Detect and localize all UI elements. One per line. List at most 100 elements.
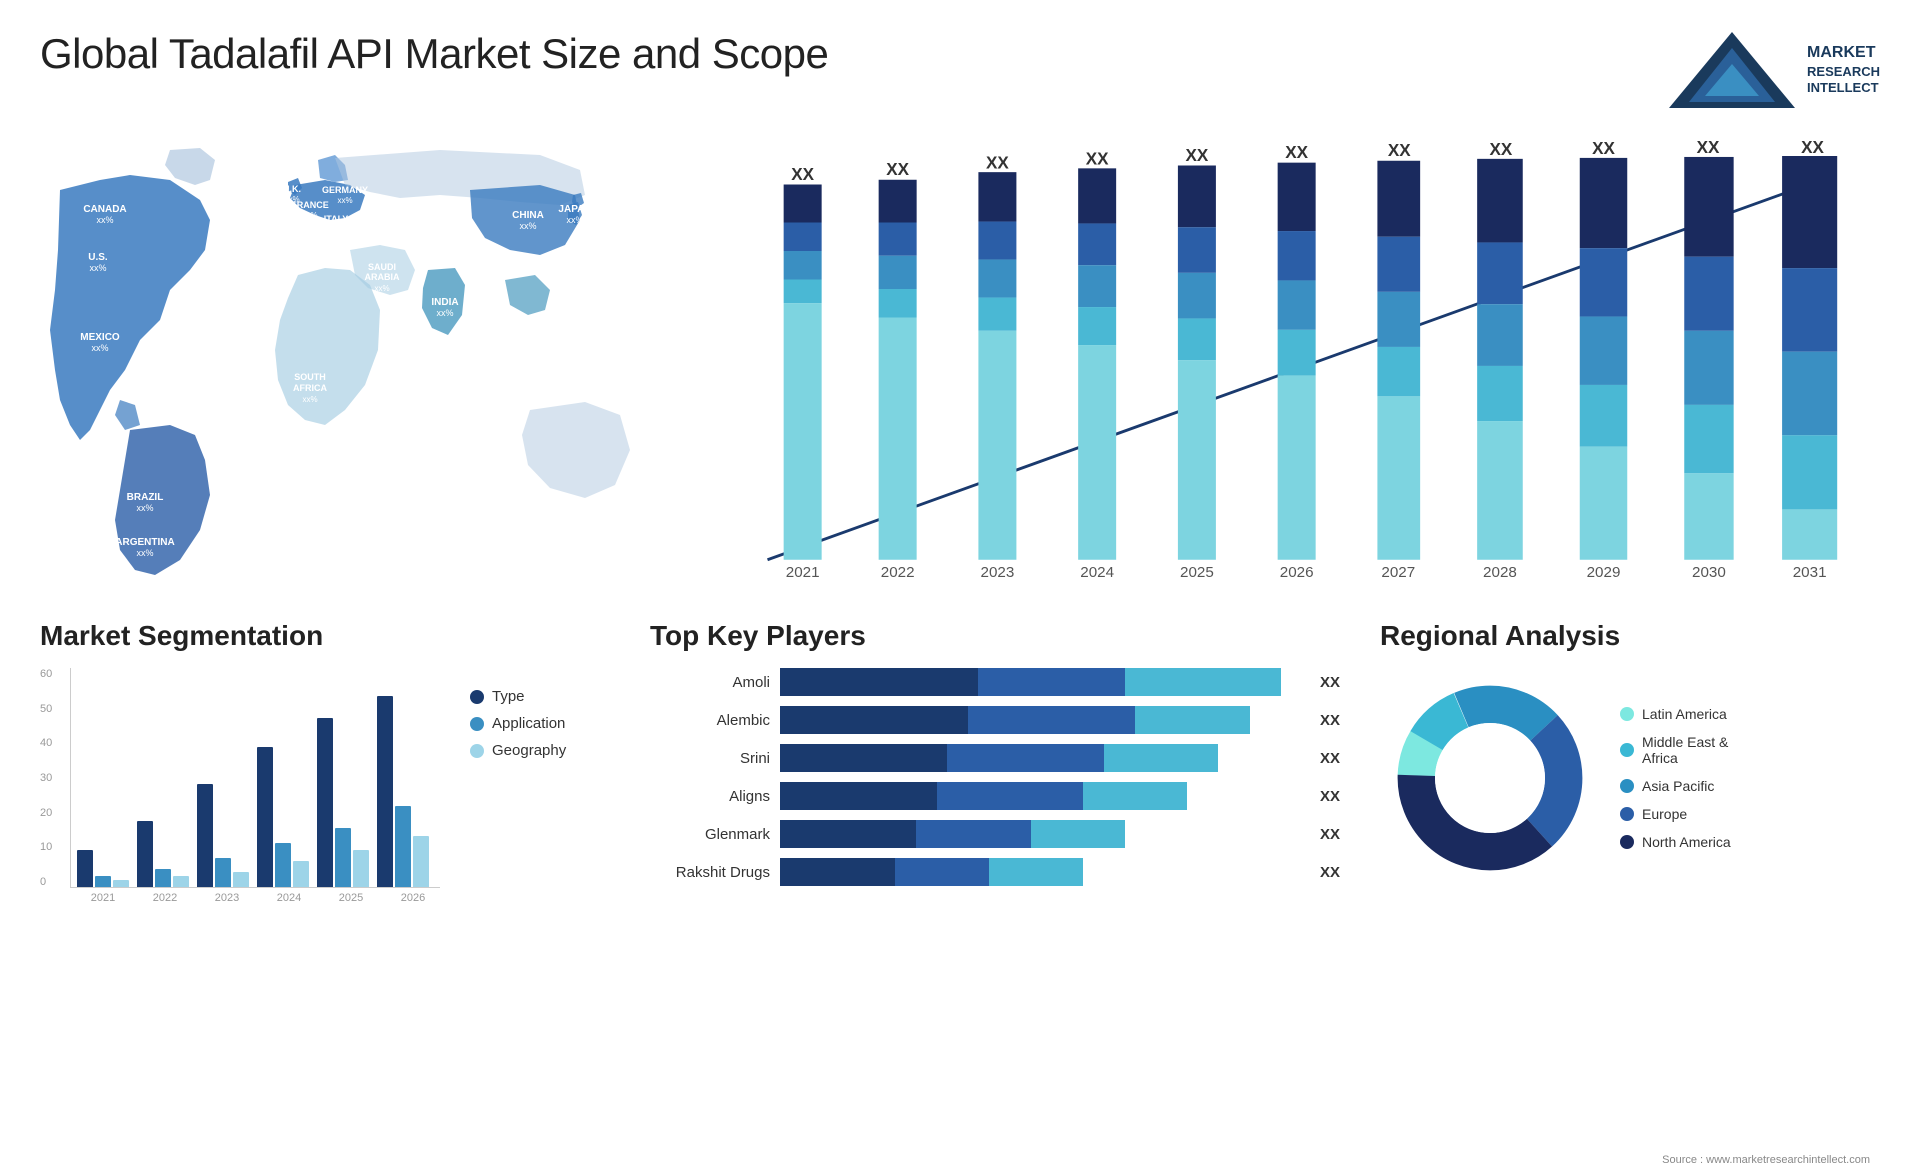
svg-text:CHINA: CHINA [512, 210, 544, 221]
seg-bar-app-2025 [335, 828, 351, 887]
svg-text:2025: 2025 [1180, 564, 1214, 581]
seg-bar-geo-2021 [113, 880, 129, 887]
legend-item-geography: Geography [470, 742, 566, 759]
svg-text:xx%: xx% [91, 343, 108, 353]
svg-text:XX: XX [1086, 150, 1109, 169]
player-value-aligns: XX [1320, 788, 1350, 805]
svg-text:SOUTH: SOUTH [294, 372, 326, 382]
map-wrapper: CANADA xx% U.S. xx% MEXICO xx% BRAZIL xx… [40, 130, 680, 590]
logo-area: MARKET RESEARCH INTELLECT [1667, 30, 1880, 110]
svg-text:2030: 2030 [1692, 564, 1726, 581]
players-title: Top Key Players [650, 620, 1350, 652]
bar-chart-section: XX 2021 XX 2022 [700, 130, 1880, 590]
reg-legend-asia-pacific: Asia Pacific [1620, 778, 1731, 794]
svg-text:XX: XX [1285, 143, 1308, 162]
svg-text:2031: 2031 [1793, 564, 1827, 581]
svg-text:INDIA: INDIA [431, 297, 458, 308]
reg-dot-asia-pacific [1620, 779, 1634, 793]
player-row-amoli: Amoli XX [650, 668, 1350, 696]
seg-bar-type-2026 [377, 696, 393, 887]
svg-text:xx%: xx% [302, 395, 317, 404]
reg-label-middle-east: Middle East &Africa [1642, 734, 1728, 766]
svg-text:JAPAN: JAPAN [558, 204, 591, 215]
player-name-rakshit: Rakshit Drugs [650, 864, 770, 881]
svg-text:XX: XX [1388, 141, 1411, 160]
svg-text:U.K.: U.K. [283, 184, 301, 194]
svg-text:2029: 2029 [1587, 564, 1621, 581]
player-name-glenmark: Glenmark [650, 826, 770, 843]
legend-item-application: Application [470, 715, 566, 732]
seg-bar-app-2021 [95, 876, 111, 887]
map-section: CANADA xx% U.S. xx% MEXICO xx% BRAZIL xx… [40, 130, 680, 590]
players-section: Top Key Players Amoli XX Alem [650, 620, 1350, 1166]
donut-chart [1380, 668, 1600, 888]
page-title: Global Tadalafil API Market Size and Sco… [40, 30, 828, 78]
seg-bar-group-2023 [197, 784, 249, 887]
seg-bars-container [70, 668, 440, 888]
svg-text:xx%: xx% [89, 263, 106, 273]
player-bar-aligns [780, 782, 1302, 810]
reg-label-asia-pacific: Asia Pacific [1642, 778, 1714, 794]
source-text: Source : www.marketresearchintellect.com [1662, 1154, 1870, 1166]
seg-bar-type-2022 [137, 821, 153, 887]
svg-text:2023: 2023 [981, 564, 1015, 581]
svg-text:XX: XX [886, 160, 909, 179]
svg-text:CANADA: CANADA [83, 204, 126, 215]
svg-text:xx%: xx% [136, 503, 153, 513]
reg-legend-latin-america: Latin America [1620, 706, 1731, 722]
svg-text:xx%: xx% [566, 215, 583, 225]
seg-bar-group-2021 [77, 850, 129, 887]
seg-legend: Type Application Geography [470, 668, 566, 759]
seg-bar-geo-2025 [353, 850, 369, 887]
svg-text:2028: 2028 [1483, 564, 1517, 581]
seg-chart: 60 50 40 30 20 10 0 [40, 668, 620, 904]
seg-bar-group-2024 [257, 747, 309, 887]
svg-text:xx%: xx% [519, 221, 536, 231]
reg-dot-middle-east [1620, 743, 1634, 757]
reg-legend-europe: Europe [1620, 806, 1731, 822]
reg-label-latin-america: Latin America [1642, 706, 1727, 722]
player-name-amoli: Amoli [650, 674, 770, 691]
logo-text: MARKET RESEARCH INTELLECT [1807, 43, 1880, 98]
legend-dot-application [470, 717, 484, 731]
legend-item-type: Type [470, 688, 566, 705]
player-bar-amoli [780, 668, 1302, 696]
seg-bar-type-2023 [197, 784, 213, 887]
segmentation-section: Market Segmentation 60 50 40 30 20 10 0 [40, 620, 620, 1166]
donut-svg [1380, 668, 1600, 888]
legend-dot-type [470, 690, 484, 704]
svg-text:ITALY: ITALY [324, 214, 349, 224]
svg-text:xx%: xx% [328, 225, 343, 234]
svg-text:XX: XX [1592, 140, 1615, 158]
svg-text:xx%: xx% [136, 548, 153, 558]
svg-text:MEXICO: MEXICO [80, 332, 120, 343]
seg-bar-geo-2022 [173, 876, 189, 887]
svg-text:xx%: xx% [374, 284, 389, 293]
player-row-srini: Srini XX [650, 744, 1350, 772]
reg-label-europe: Europe [1642, 806, 1687, 822]
seg-bar-group-2025 [317, 718, 369, 887]
player-value-alembic: XX [1320, 712, 1350, 729]
player-value-glenmark: XX [1320, 826, 1350, 843]
svg-text:ARABIA: ARABIA [365, 272, 400, 282]
regional-title: Regional Analysis [1380, 620, 1880, 652]
reg-legend-middle-east: Middle East &Africa [1620, 734, 1731, 766]
player-name-alembic: Alembic [650, 712, 770, 729]
svg-text:BRAZIL: BRAZIL [127, 492, 164, 503]
player-row-rakshit: Rakshit Drugs XX [650, 858, 1350, 886]
svg-text:XX: XX [1697, 140, 1720, 157]
svg-text:xx%: xx% [292, 230, 307, 239]
svg-text:SAUDI: SAUDI [368, 262, 396, 272]
seg-bar-app-2026 [395, 806, 411, 887]
players-list: Amoli XX Alembic [650, 668, 1350, 886]
svg-text:XX: XX [986, 153, 1009, 172]
svg-text:2021: 2021 [786, 564, 820, 581]
reg-label-north-america: North America [1642, 834, 1731, 850]
bar-chart-svg: XX 2021 XX 2022 [720, 140, 1860, 590]
reg-dot-europe [1620, 807, 1634, 821]
svg-text:U.S.: U.S. [88, 252, 108, 263]
regional-content: Latin America Middle East &Africa Asia P… [1380, 668, 1880, 888]
player-value-amoli: XX [1320, 674, 1350, 691]
svg-text:2022: 2022 [881, 564, 915, 581]
page-container: Global Tadalafil API Market Size and Sco… [0, 0, 1920, 1146]
